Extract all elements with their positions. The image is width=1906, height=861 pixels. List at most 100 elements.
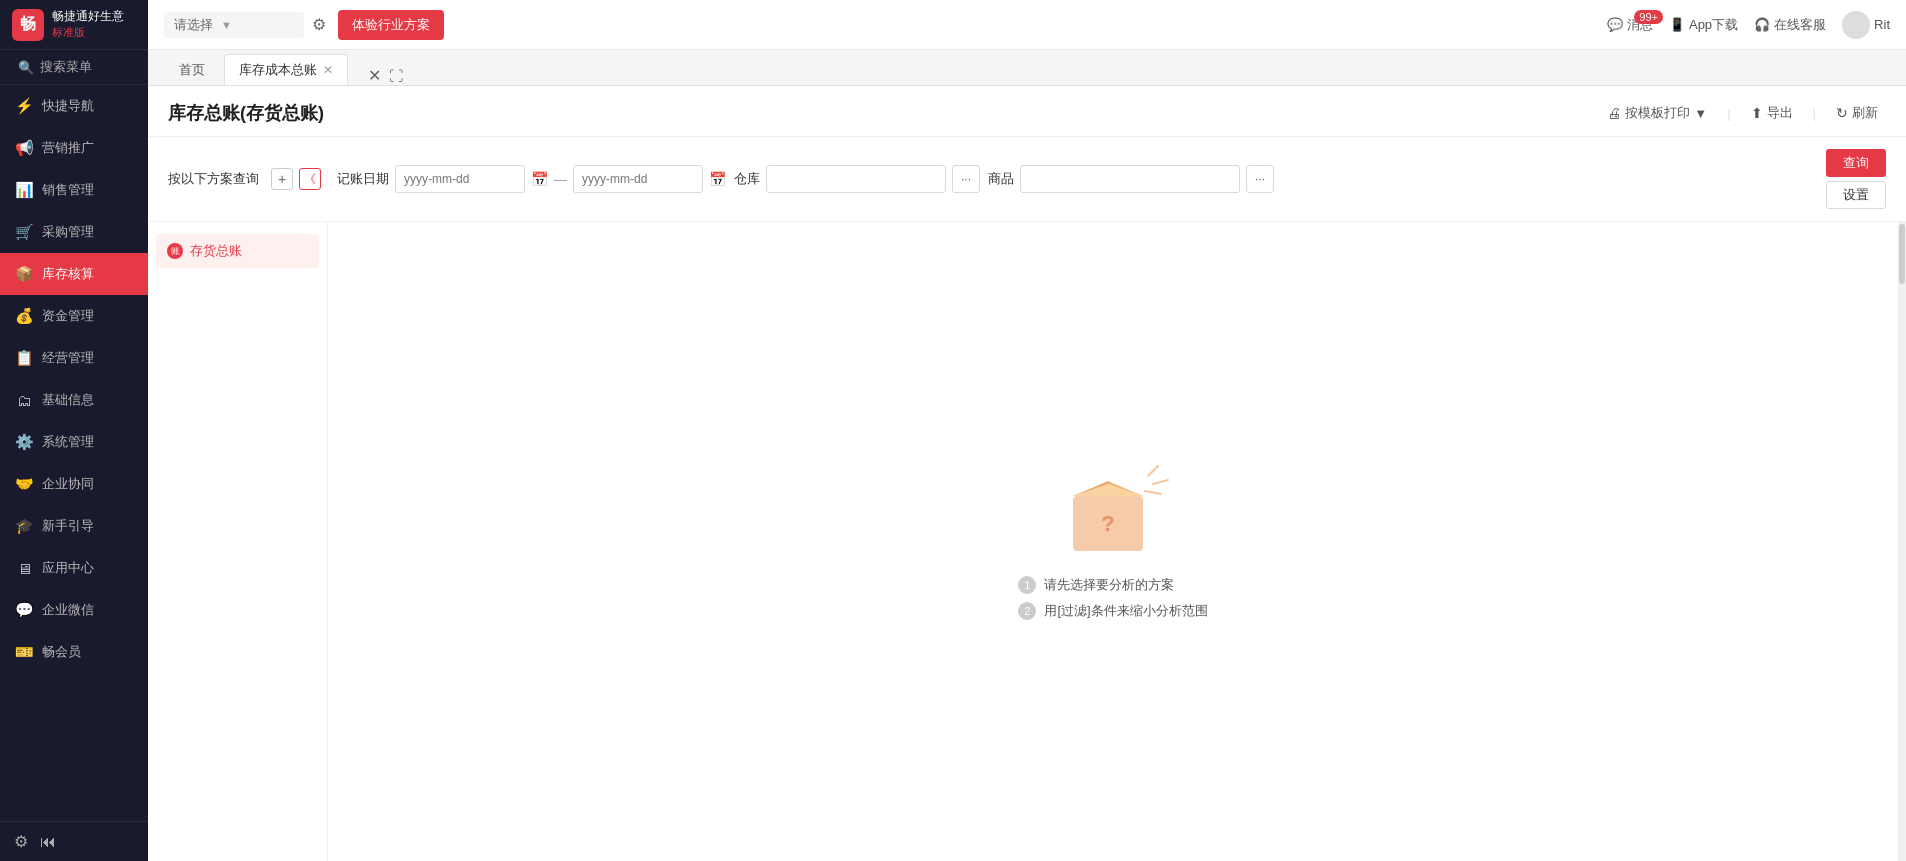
topbar-breadcrumb[interactable]: 请选择 ▼ — [164, 12, 304, 38]
product-more-button[interactable]: ··· — [1246, 165, 1274, 193]
sidebar-item-sales[interactable]: 📊 销售管理 — [0, 169, 148, 211]
date-start-input[interactable] — [395, 165, 525, 193]
filter-row: 记账日期 📅 — 📅 仓库 ··· 商品 ··· — [337, 165, 1818, 193]
trial-button[interactable]: 体验行业方案 — [338, 10, 444, 40]
tab-home-label: 首页 — [179, 61, 205, 79]
export-label: 导出 — [1767, 104, 1793, 122]
content-body: 账 存货总账 — [148, 222, 1906, 861]
tab-home[interactable]: 首页 — [164, 54, 220, 85]
ledger-icon: 账 — [166, 242, 184, 260]
purchase-label: 采购管理 — [42, 223, 94, 241]
user-avatar-area[interactable]: Rit — [1842, 11, 1890, 39]
sidebar-item-appcenter[interactable]: 🖥 应用中心 — [0, 547, 148, 589]
filter-add-button[interactable]: + — [271, 168, 293, 190]
app-download-label: App下载 — [1689, 16, 1738, 34]
sidebar-item-enterprise[interactable]: 🤝 企业协同 — [0, 463, 148, 505]
topbar-right: 💬 消息 99+ 📱 App下载 🎧 在线客服 Rit — [1607, 11, 1890, 39]
sidebar-item-wecom[interactable]: 💬 企业微信 — [0, 589, 148, 631]
message-button[interactable]: 💬 消息 99+ — [1607, 16, 1653, 34]
page-title: 库存总账(存货总账) — [168, 101, 324, 125]
inventory-general-label: 存货总账 — [190, 242, 242, 260]
svg-line-6 — [1153, 480, 1168, 484]
window-controls: ✕ ⛶ — [368, 66, 403, 85]
print-label: 按模板打印 — [1625, 104, 1690, 122]
topbar: 请选择 ▼ ⚙ 体验行业方案 💬 消息 99+ 📱 App下载 🎧 在线客服 — [148, 0, 1906, 50]
refresh-button[interactable]: ↻ 刷新 — [1828, 100, 1886, 126]
sidebar-collapse-icon[interactable]: ⏮ — [40, 833, 56, 851]
sidebar-item-finance[interactable]: 💰 资金管理 — [0, 295, 148, 337]
sidebar-item-member[interactable]: 🎫 畅会员 — [0, 631, 148, 673]
tab-inventory-cost-label: 库存成本总账 — [239, 61, 317, 79]
query-button[interactable]: 查询 — [1826, 149, 1886, 177]
marketing-label: 营销推广 — [42, 139, 94, 157]
sidebar-settings-icon[interactable]: ⚙ — [14, 832, 28, 851]
app-download-button[interactable]: 📱 App下载 — [1669, 16, 1738, 34]
export-icon: ⬆ — [1751, 105, 1763, 121]
action-divider-1: | — [1727, 106, 1730, 121]
left-panel-item-inventory-general[interactable]: 账 存货总账 — [156, 234, 319, 268]
sidebar-item-quick-nav[interactable]: ⚡ 快捷导航 — [0, 85, 148, 127]
svg-line-7 — [1145, 491, 1161, 494]
page-actions: 🖨 按模板打印 ▼ | ⬆ 导出 | ↻ 刷新 — [1599, 100, 1886, 126]
date-start-icon[interactable]: 📅 — [531, 171, 548, 187]
empty-state: ? 1 请先选择要分析的方案 2 用[过滤]条件来缩小分析范围 — [328, 222, 1898, 861]
step-num-1: 1 — [1018, 576, 1036, 594]
search-icon: 🔍 — [18, 60, 34, 75]
basics-icon: 🗂 — [14, 390, 34, 410]
basics-label: 基础信息 — [42, 391, 94, 409]
svg-marker-3 — [1073, 484, 1143, 496]
headset-icon: 🎧 — [1754, 17, 1770, 32]
filter-label: 按以下方案查询 — [168, 170, 259, 188]
sidebar-nav: ⚡ 快捷导航 📢 营销推广 📊 销售管理 🛒 采购管理 📦 库存核算 💰 资金管… — [0, 85, 148, 821]
operations-icon: 📋 — [14, 348, 34, 368]
purchase-icon: 🛒 — [14, 222, 34, 242]
window-close-icon[interactable]: ✕ — [368, 66, 381, 85]
filter-settings-button[interactable]: 设置 — [1826, 181, 1886, 209]
app-name-block: 畅捷通好生意 标准版 — [52, 9, 124, 40]
app-logo: 畅 畅捷通好生意 标准版 — [0, 0, 148, 50]
app-name: 畅捷通好生意 — [52, 9, 124, 25]
online-service-button[interactable]: 🎧 在线客服 — [1754, 16, 1826, 34]
product-label: 商品 — [988, 170, 1014, 188]
enterprise-label: 企业协同 — [42, 475, 94, 493]
message-badge: 99+ — [1634, 10, 1663, 24]
finance-label: 资金管理 — [42, 307, 94, 325]
sidebar-item-operations[interactable]: 📋 经营管理 — [0, 337, 148, 379]
wecom-label: 企业微信 — [42, 601, 94, 619]
tab-inventory-cost[interactable]: 库存成本总账 ✕ — [224, 54, 348, 85]
step-num-2: 2 — [1018, 602, 1036, 620]
print-button[interactable]: 🖨 按模板打印 ▼ — [1599, 100, 1715, 126]
sidebar-item-tutorial[interactable]: 🎓 新手引导 — [0, 505, 148, 547]
sales-label: 销售管理 — [42, 181, 94, 199]
search-menu-item[interactable]: 🔍 搜索菜单 — [0, 50, 148, 85]
action-divider-2: | — [1813, 106, 1816, 121]
product-input[interactable] — [1020, 165, 1240, 193]
filter-bar: 按以下方案查询 + 《 记账日期 📅 — 📅 仓库 ··· — [148, 137, 1906, 222]
tab-close-icon[interactable]: ✕ — [323, 63, 333, 77]
window-expand-icon[interactable]: ⛶ — [389, 68, 403, 84]
export-button[interactable]: ⬆ 导出 — [1743, 100, 1801, 126]
sidebar-item-inventory[interactable]: 📦 库存核算 — [0, 253, 148, 295]
warehouse-input[interactable] — [766, 165, 946, 193]
sidebar-item-system[interactable]: ⚙️ 系统管理 — [0, 421, 148, 463]
operations-label: 经营管理 — [42, 349, 94, 367]
sidebar-item-basics[interactable]: 🗂 基础信息 — [0, 379, 148, 421]
empty-step-2: 2 用[过滤]条件来缩小分析范围 — [1018, 602, 1207, 620]
date-end-icon[interactable]: 📅 — [709, 171, 726, 187]
sidebar-item-purchase[interactable]: 🛒 采购管理 — [0, 211, 148, 253]
filter-collapse-button[interactable]: 《 — [299, 168, 321, 190]
tutorial-label: 新手引导 — [42, 517, 94, 535]
empty-illustration: ? — [1053, 456, 1173, 556]
date-end-input[interactable] — [573, 165, 703, 193]
topbar-gear-icon[interactable]: ⚙ — [312, 15, 326, 34]
warehouse-more-button[interactable]: ··· — [952, 165, 980, 193]
warehouse-label: 仓库 — [734, 170, 760, 188]
finance-icon: 💰 — [14, 306, 34, 326]
filter-actions: + 《 — [271, 168, 321, 190]
sidebar-item-marketing[interactable]: 📢 营销推广 — [0, 127, 148, 169]
main-area: 请选择 ▼ ⚙ 体验行业方案 💬 消息 99+ 📱 App下载 🎧 在线客服 — [148, 0, 1906, 861]
system-icon: ⚙️ — [14, 432, 34, 452]
refresh-icon: ↻ — [1836, 105, 1848, 121]
ledger-circle-icon: 账 — [167, 243, 183, 259]
left-panel: 账 存货总账 — [148, 222, 328, 861]
